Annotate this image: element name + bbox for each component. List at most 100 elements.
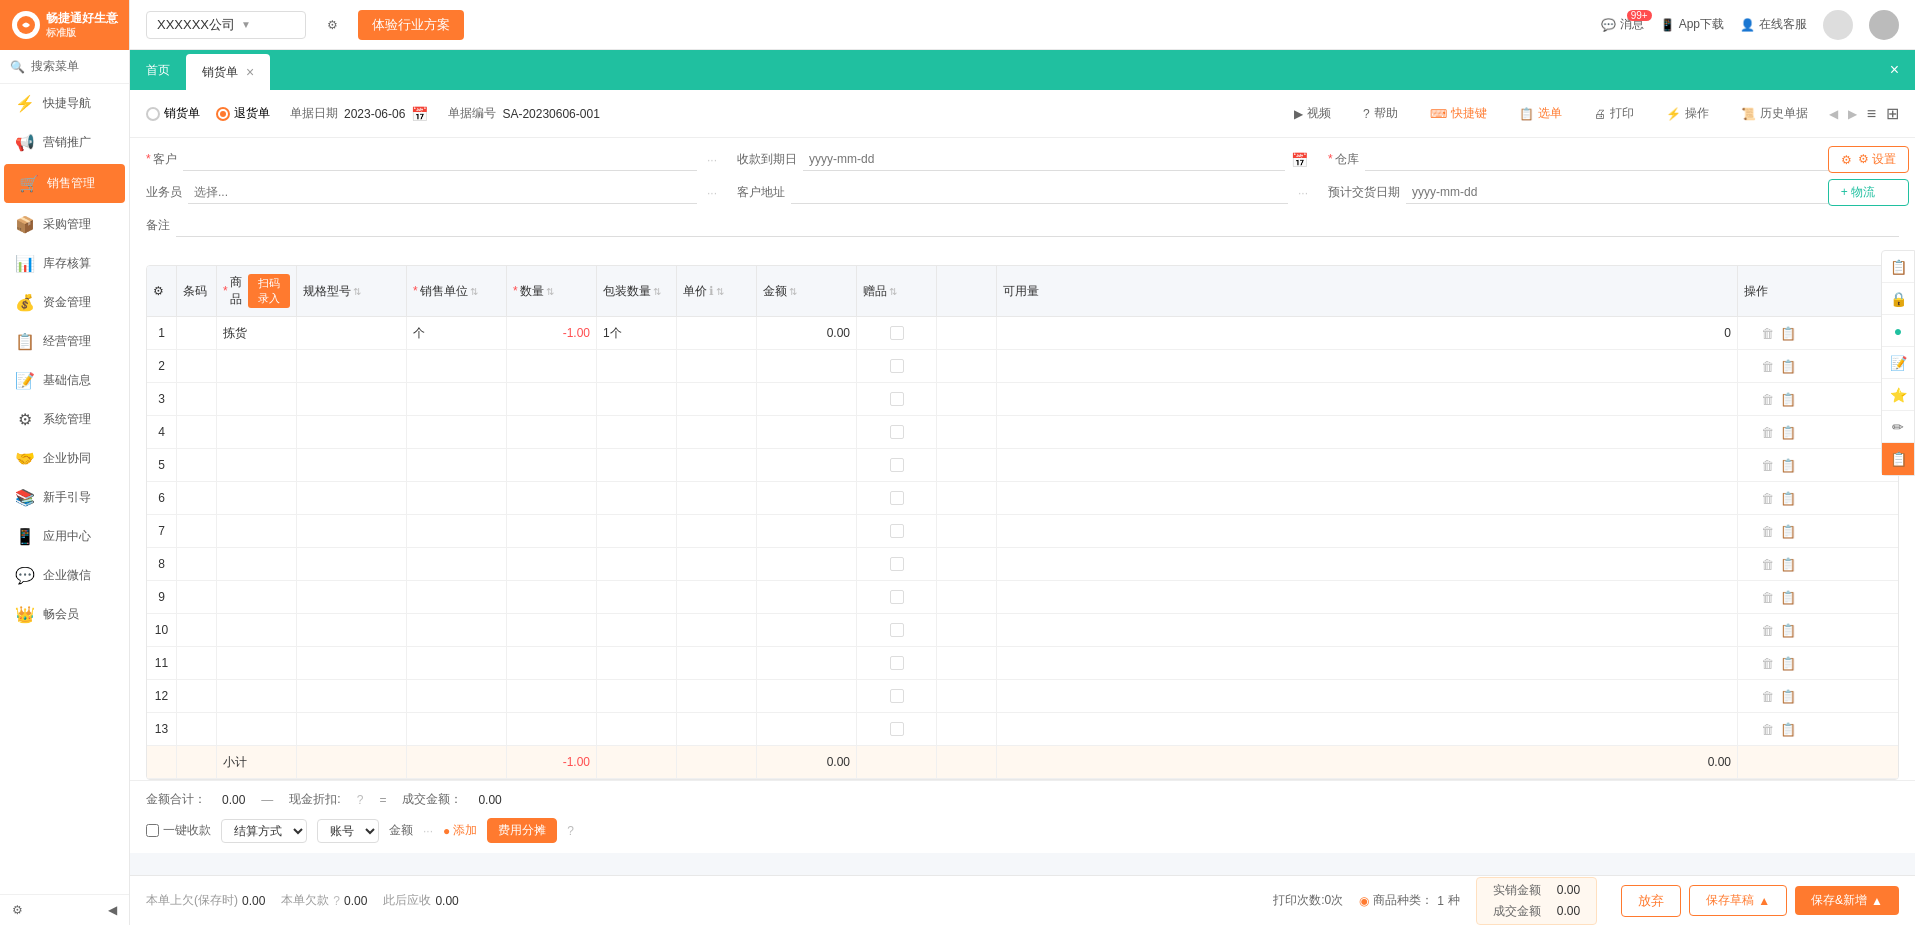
- select-btn[interactable]: 📋 选单: [1508, 100, 1573, 127]
- copy-icon-5[interactable]: 📋: [1780, 491, 1796, 506]
- td-barcode-11[interactable]: [177, 680, 217, 712]
- td-qty-12[interactable]: [507, 713, 597, 745]
- settings-icon[interactable]: ⚙: [12, 903, 23, 917]
- gift-checkbox-3[interactable]: [890, 425, 904, 439]
- amount-sort-icon[interactable]: ⇅: [789, 286, 797, 297]
- sidebar-item-member[interactable]: 👑 畅会员: [0, 595, 129, 634]
- tab-close-icon[interactable]: ×: [246, 64, 254, 80]
- customer-addr-input[interactable]: [791, 181, 1288, 204]
- scan-button[interactable]: 扫码录入: [248, 274, 290, 308]
- right-icon-5[interactable]: ⭐: [1882, 379, 1914, 411]
- discount-info-icon[interactable]: ?: [357, 793, 364, 807]
- td-barcode-12[interactable]: [177, 713, 217, 745]
- footer-dots[interactable]: ···: [423, 824, 433, 838]
- th-settings[interactable]: ⚙: [147, 266, 177, 316]
- td-barcode-5[interactable]: [177, 482, 217, 514]
- td-qty-1[interactable]: [507, 350, 597, 382]
- td-note-8[interactable]: [937, 581, 997, 613]
- online-service-btn[interactable]: 👤 在线客服: [1740, 16, 1807, 33]
- right-icon-1[interactable]: 📋: [1882, 251, 1914, 283]
- td-spec-12[interactable]: [297, 713, 407, 745]
- copy-icon-7[interactable]: 📋: [1780, 557, 1796, 572]
- td-spec-7[interactable]: [297, 548, 407, 580]
- one-click-payment-checkbox[interactable]: 一键收款: [146, 822, 211, 839]
- td-gift-11[interactable]: [857, 680, 937, 712]
- delete-icon-6[interactable]: 🗑: [1761, 524, 1774, 539]
- delete-icon-11[interactable]: 🗑: [1761, 689, 1774, 704]
- td-note-12[interactable]: [937, 713, 997, 745]
- addr-dots-icon[interactable]: ···: [1298, 186, 1308, 200]
- customer-dots-icon[interactable]: ···: [707, 153, 717, 167]
- td-barcode-0[interactable]: [177, 317, 217, 349]
- td-spec-5[interactable]: [297, 482, 407, 514]
- flow-button[interactable]: + 物流: [1828, 179, 1909, 206]
- radio-return[interactable]: 退货单: [216, 105, 270, 122]
- td-price-11[interactable]: [677, 680, 757, 712]
- settings-button[interactable]: ⚙ ⚙ 设置: [1828, 146, 1909, 173]
- price-info-icon[interactable]: ℹ: [709, 284, 714, 298]
- td-price-8[interactable]: [677, 581, 757, 613]
- qty-sort-icon[interactable]: ⇅: [546, 286, 554, 297]
- price-sort-icon[interactable]: ⇅: [716, 286, 724, 297]
- td-qty-2[interactable]: [507, 383, 597, 415]
- td-barcode-3[interactable]: [177, 416, 217, 448]
- delete-icon-2[interactable]: 🗑: [1761, 392, 1774, 407]
- right-icon-6[interactable]: ✏: [1882, 411, 1914, 443]
- nav-left-icon[interactable]: ◀: [1829, 107, 1838, 121]
- right-icon-2[interactable]: 🔒: [1882, 283, 1914, 315]
- td-gift-12[interactable]: [857, 713, 937, 745]
- td-qty-4[interactable]: [507, 449, 597, 481]
- video-btn[interactable]: ▶ 视频: [1283, 100, 1342, 127]
- td-price-9[interactable]: [677, 614, 757, 646]
- expense-help-icon[interactable]: ?: [567, 824, 574, 838]
- td-gift-10[interactable]: [857, 647, 937, 679]
- sidebar-item-marketing[interactable]: 📢 营销推广: [0, 123, 129, 162]
- shortcut-btn[interactable]: ⌨ 快捷键: [1419, 100, 1498, 127]
- collapse-icon[interactable]: ◀: [108, 903, 117, 917]
- td-price-6[interactable]: [677, 515, 757, 547]
- copy-icon-0[interactable]: 📋: [1780, 326, 1796, 341]
- salesperson-input[interactable]: [188, 181, 697, 204]
- td-qty-10[interactable]: [507, 647, 597, 679]
- td-qty-11[interactable]: [507, 680, 597, 712]
- delete-icon-8[interactable]: 🗑: [1761, 590, 1774, 605]
- list-view-icon[interactable]: ≡: [1867, 105, 1876, 123]
- nav-right-icon[interactable]: ▶: [1848, 107, 1857, 121]
- td-note-3[interactable]: [937, 416, 997, 448]
- due-date-input[interactable]: [803, 148, 1285, 171]
- td-barcode-9[interactable]: [177, 614, 217, 646]
- td-gift-4[interactable]: [857, 449, 937, 481]
- td-note-7[interactable]: [937, 548, 997, 580]
- sidebar-item-quick-nav[interactable]: ⚡ 快捷导航: [0, 84, 129, 123]
- abandon-button[interactable]: 放弃: [1621, 885, 1681, 917]
- sidebar-item-sales[interactable]: 🛒 销售管理: [4, 164, 125, 203]
- right-icon-3[interactable]: ●: [1882, 315, 1914, 347]
- delete-icon-7[interactable]: 🗑: [1761, 557, 1774, 572]
- td-qty-3[interactable]: [507, 416, 597, 448]
- td-price-3[interactable]: [677, 416, 757, 448]
- unit-sort-icon[interactable]: ⇅: [470, 286, 478, 297]
- salesperson-dots-icon[interactable]: ···: [707, 186, 717, 200]
- copy-icon-10[interactable]: 📋: [1780, 656, 1796, 671]
- customer-input[interactable]: [183, 148, 697, 171]
- td-price-7[interactable]: [677, 548, 757, 580]
- user-avatar[interactable]: [1823, 10, 1853, 40]
- expense-split-btn[interactable]: 费用分摊: [487, 818, 557, 843]
- td-gift-1[interactable]: [857, 350, 937, 382]
- td-spec-11[interactable]: [297, 680, 407, 712]
- help-btn[interactable]: ? 帮助: [1352, 100, 1409, 127]
- gift-checkbox-9[interactable]: [890, 623, 904, 637]
- search-menu-item[interactable]: 🔍 搜索菜单: [0, 50, 129, 84]
- td-gift-6[interactable]: [857, 515, 937, 547]
- td-qty-7[interactable]: [507, 548, 597, 580]
- copy-icon-1[interactable]: 📋: [1780, 359, 1796, 374]
- sidebar-item-purchase[interactable]: 📦 采购管理: [0, 205, 129, 244]
- td-gift-3[interactable]: [857, 416, 937, 448]
- gift-checkbox-8[interactable]: [890, 590, 904, 604]
- td-spec-4[interactable]: [297, 449, 407, 481]
- message-btn[interactable]: 💬 消息 99+: [1601, 16, 1644, 33]
- td-gift-5[interactable]: [857, 482, 937, 514]
- app-download-btn[interactable]: 📱 App下载: [1660, 16, 1724, 33]
- td-price-5[interactable]: [677, 482, 757, 514]
- delete-icon-4[interactable]: 🗑: [1761, 458, 1774, 473]
